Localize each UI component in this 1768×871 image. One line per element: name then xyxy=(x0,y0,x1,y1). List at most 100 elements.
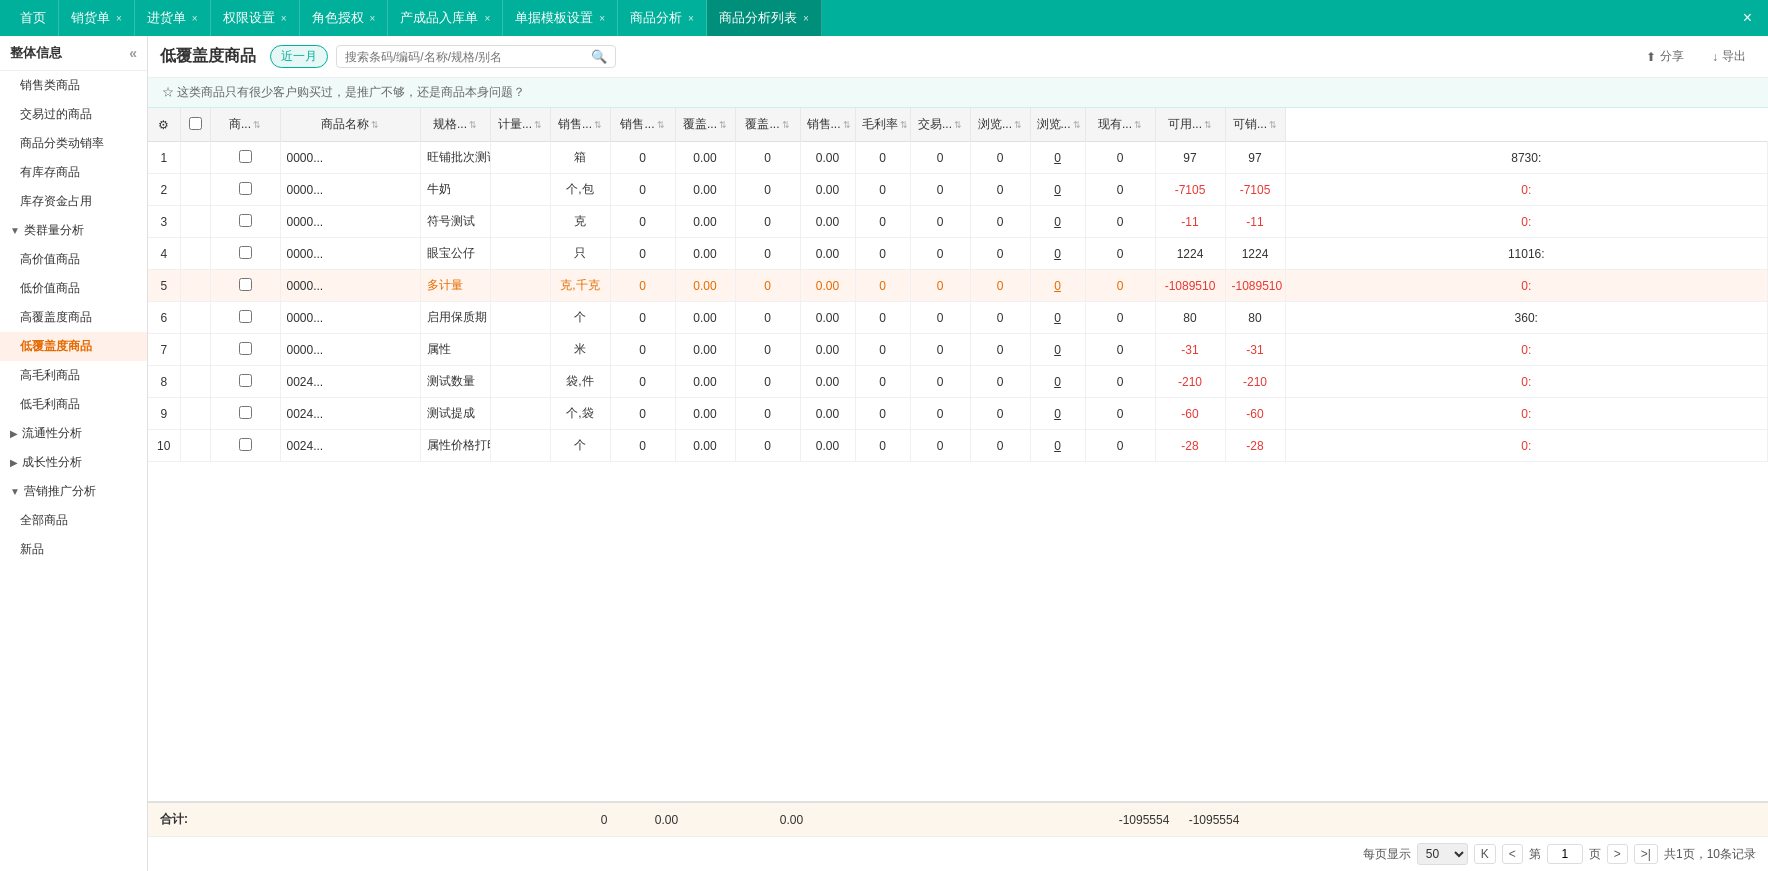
row-browse1[interactable]: 0 xyxy=(1030,238,1085,270)
browse1-column-header[interactable]: 浏览...⇅ xyxy=(970,108,1030,142)
row-browse1[interactable]: 0 xyxy=(1030,206,1085,238)
row-checkbox[interactable] xyxy=(210,430,280,462)
row-checkbox[interactable] xyxy=(210,334,280,366)
sidebar-item-low-margin[interactable]: 低毛利商品 xyxy=(0,390,147,419)
table-row: 4 0000... 眼宝公仔 只 0 0.00 0 0.00 0 0 0 0 0… xyxy=(148,238,1768,270)
row-cover2: 0.00 xyxy=(800,430,855,462)
trade-column-header[interactable]: 交易...⇅ xyxy=(910,108,970,142)
nav-tab-finished[interactable]: 产成品入库单 × xyxy=(388,0,503,36)
sidebar-item-new-goods[interactable]: 新品 xyxy=(0,535,147,564)
row-name[interactable]: 符号测试 xyxy=(420,206,490,238)
row-sales3: 0 xyxy=(855,142,910,174)
row-name[interactable]: 测试数量 xyxy=(420,366,490,398)
row-checkbox[interactable] xyxy=(210,366,280,398)
row-settings xyxy=(180,398,210,430)
export-button[interactable]: ↓ 导出 xyxy=(1702,44,1756,69)
row-name[interactable]: 属性 xyxy=(420,334,490,366)
margin-column-header[interactable]: 毛利率⇅ xyxy=(855,108,910,142)
row-browse1[interactable]: 0 xyxy=(1030,302,1085,334)
close-icon[interactable]: × xyxy=(803,13,809,24)
row-name[interactable]: 启用保质期 xyxy=(420,302,490,334)
row-name[interactable]: 多计量 xyxy=(420,270,490,302)
sidebar-item-low-value[interactable]: 低价值商品 xyxy=(0,274,147,303)
sidebar-group-circulation[interactable]: ▶ 流通性分析 xyxy=(0,419,147,448)
row-browse1[interactable]: 0 xyxy=(1030,366,1085,398)
nav-tab-purchase[interactable]: 进货单 × xyxy=(135,0,211,36)
sidebar-item-category-rate[interactable]: 商品分类动销率 xyxy=(0,129,147,158)
first-page-button[interactable]: K xyxy=(1474,844,1496,864)
nav-tab-home[interactable]: 首页 xyxy=(8,0,59,36)
sales-amt-column-header[interactable]: 销售...⇅ xyxy=(610,108,675,142)
row-browse1[interactable]: 0 xyxy=(1030,398,1085,430)
row-checkbox[interactable] xyxy=(210,238,280,270)
saleable-column-header[interactable]: 可销...⇅ xyxy=(1225,108,1285,142)
select-all-checkbox[interactable] xyxy=(189,117,202,130)
row-available: -11 xyxy=(1225,206,1285,238)
sidebar-item-high-margin[interactable]: 高毛利商品 xyxy=(0,361,147,390)
row-name[interactable]: 属性价格打印测试 xyxy=(420,430,490,462)
current-column-header[interactable]: 现有...⇅ xyxy=(1085,108,1155,142)
row-checkbox[interactable] xyxy=(210,174,280,206)
spu-column-header[interactable]: 商...⇅ xyxy=(210,108,280,142)
row-checkbox[interactable] xyxy=(210,270,280,302)
close-icon[interactable]: × xyxy=(688,13,694,24)
row-browse1[interactable]: 0 xyxy=(1030,334,1085,366)
sidebar-item-high-value[interactable]: 高价值商品 xyxy=(0,245,147,274)
settings-column-header[interactable]: ⚙ xyxy=(148,108,180,142)
row-checkbox[interactable] xyxy=(210,302,280,334)
row-checkbox[interactable] xyxy=(210,206,280,238)
sidebar-group-cluster[interactable]: ▼ 类群量分析 xyxy=(0,216,147,245)
nav-tab-templates[interactable]: 单据模板设置 × xyxy=(503,0,618,36)
sales3-column-header[interactable]: 销售...⇅ xyxy=(800,108,855,142)
close-icon[interactable]: × xyxy=(116,13,122,24)
nav-close-button[interactable]: × xyxy=(1735,9,1760,27)
sidebar-item-high-coverage[interactable]: 高覆盖度商品 xyxy=(0,303,147,332)
sidebar-collapse-button[interactable]: « xyxy=(129,45,137,61)
close-icon[interactable]: × xyxy=(599,13,605,24)
share-button[interactable]: ⬆ 分享 xyxy=(1636,44,1694,69)
nav-tab-analysis[interactable]: 商品分析 × xyxy=(618,0,707,36)
time-filter-button[interactable]: 近一月 xyxy=(270,45,328,68)
row-name[interactable]: 旺铺批次测试 xyxy=(420,142,490,174)
nav-tab-roles[interactable]: 角色授权 × xyxy=(300,0,389,36)
row-name[interactable]: 测试提成 xyxy=(420,398,490,430)
sidebar-group-marketing[interactable]: ▼ 营销推广分析 xyxy=(0,477,147,506)
nav-tab-sales[interactable]: 销货单 × xyxy=(59,0,135,36)
sales-qty-column-header[interactable]: 销售...⇅ xyxy=(550,108,610,142)
row-checkbox[interactable] xyxy=(210,142,280,174)
prev-page-button[interactable]: < xyxy=(1502,844,1523,864)
page-number-input[interactable] xyxy=(1547,844,1583,864)
spec-column-header[interactable]: 规格...⇅ xyxy=(420,108,490,142)
row-browse1[interactable]: 0 xyxy=(1030,430,1085,462)
close-icon[interactable]: × xyxy=(192,13,198,24)
sidebar-item-traded-goods[interactable]: 交易过的商品 xyxy=(0,100,147,129)
name-column-header[interactable]: 商品名称⇅ xyxy=(280,108,420,142)
page-size-select[interactable]: 50 20 100 200 xyxy=(1417,843,1468,865)
sidebar-group-growth[interactable]: ▶ 成长性分析 xyxy=(0,448,147,477)
last-page-button[interactable]: >| xyxy=(1634,844,1658,864)
sidebar-item-stocked-goods[interactable]: 有库存商品 xyxy=(0,158,147,187)
nav-tab-analysis-list[interactable]: 商品分析列表 × xyxy=(707,0,822,36)
close-icon[interactable]: × xyxy=(370,13,376,24)
row-cover1: 0 xyxy=(735,206,800,238)
row-checkbox[interactable] xyxy=(210,398,280,430)
row-name[interactable]: 眼宝公仔 xyxy=(420,238,490,270)
row-browse1[interactable]: 0 xyxy=(1030,270,1085,302)
available-column-header[interactable]: 可用...⇅ xyxy=(1155,108,1225,142)
row-browse1[interactable]: 0 xyxy=(1030,174,1085,206)
close-icon[interactable]: × xyxy=(484,13,490,24)
nav-tab-permissions[interactable]: 权限设置 × xyxy=(211,0,300,36)
row-name[interactable]: 牛奶 xyxy=(420,174,490,206)
cover2-column-header[interactable]: 覆盖...⇅ xyxy=(735,108,800,142)
browse2-column-header[interactable]: 浏览...⇅ xyxy=(1030,108,1085,142)
unit-column-header[interactable]: 计量...⇅ xyxy=(490,108,550,142)
sidebar-item-low-coverage[interactable]: 低覆盖度商品 xyxy=(0,332,147,361)
cover1-column-header[interactable]: 覆盖...⇅ xyxy=(675,108,735,142)
row-browse1[interactable]: 0 xyxy=(1030,142,1085,174)
next-page-button[interactable]: > xyxy=(1607,844,1628,864)
sidebar-item-sales-goods[interactable]: 销售类商品 xyxy=(0,71,147,100)
close-icon[interactable]: × xyxy=(281,13,287,24)
sidebar-item-all-goods[interactable]: 全部商品 xyxy=(0,506,147,535)
search-input[interactable] xyxy=(345,50,591,64)
sidebar-item-capital[interactable]: 库存资金占用 xyxy=(0,187,147,216)
